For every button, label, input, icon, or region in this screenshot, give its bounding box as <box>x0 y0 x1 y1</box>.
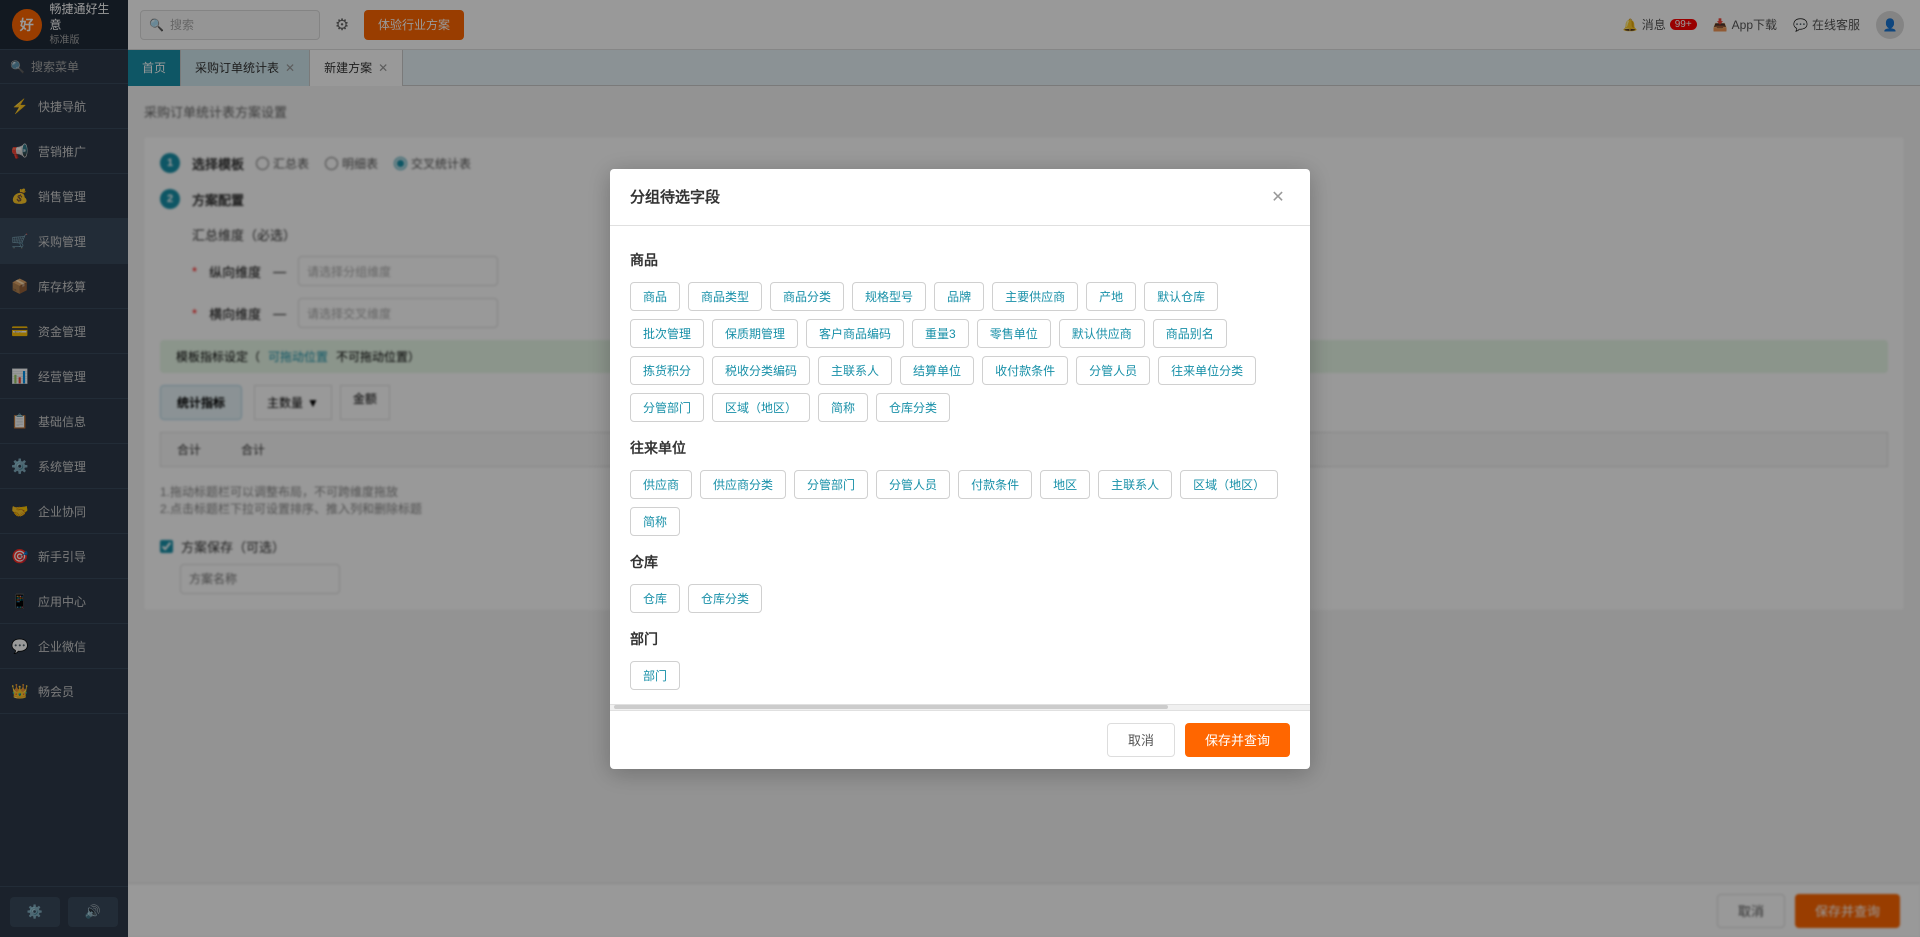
tag-product-category[interactable]: 商品分类 <box>770 282 844 311</box>
tag-spec-model[interactable]: 规格型号 <box>852 282 926 311</box>
tag-area[interactable]: 地区 <box>1040 470 1090 499</box>
tag-product[interactable]: 商品 <box>630 282 680 311</box>
tag-warehouse[interactable]: 仓库 <box>630 584 680 613</box>
section-product-title: 商品 <box>630 250 1290 270</box>
tag-manager[interactable]: 分管人员 <box>1076 356 1150 385</box>
tag-pay-terms[interactable]: 付款条件 <box>958 470 1032 499</box>
tag-default-supplier[interactable]: 默认供应商 <box>1059 319 1145 348</box>
tag-pick-points[interactable]: 拣货积分 <box>630 356 704 385</box>
tag-retail-unit[interactable]: 零售单位 <box>977 319 1051 348</box>
tag-partner-dept[interactable]: 分管部门 <box>794 470 868 499</box>
scrollbar-thumb-h <box>614 705 1168 709</box>
section-warehouse-title: 仓库 <box>630 552 1290 572</box>
tag-wh-category[interactable]: 仓库分类 <box>688 584 762 613</box>
tag-main-supplier[interactable]: 主要供应商 <box>992 282 1078 311</box>
modal-body: 商品 商品 商品类型 商品分类 规格型号 品牌 主要供应商 产地 默认仓库 批次… <box>610 226 1310 704</box>
tag-product-alias[interactable]: 商品别名 <box>1153 319 1227 348</box>
section-department-tags: 部门 <box>630 661 1290 690</box>
tag-batch-mgmt[interactable]: 批次管理 <box>630 319 704 348</box>
modal-close-button[interactable]: ✕ <box>1266 185 1290 209</box>
tag-partner-manager[interactable]: 分管人员 <box>876 470 950 499</box>
tag-brand[interactable]: 品牌 <box>934 282 984 311</box>
modal-overlay: 分组待选字段 ✕ 商品 商品 商品类型 商品分类 规格型号 品牌 主要供应商 产… <box>0 0 1920 937</box>
modal-cancel-button[interactable]: 取消 <box>1107 723 1175 757</box>
tag-default-warehouse[interactable]: 默认仓库 <box>1144 282 1218 311</box>
tag-partner-short[interactable]: 简称 <box>630 507 680 536</box>
section-partner-title: 往来单位 <box>630 438 1290 458</box>
tag-weight[interactable]: 重量3 <box>912 319 969 348</box>
tag-region[interactable]: 区域（地区） <box>712 393 810 422</box>
section-department-title: 部门 <box>630 629 1290 649</box>
tag-customer-code[interactable]: 客户商品编码 <box>806 319 904 348</box>
modal-footer: 取消 保存并查询 <box>610 710 1310 769</box>
tag-warehouse-category[interactable]: 仓库分类 <box>876 393 950 422</box>
tag-shelf-life[interactable]: 保质期管理 <box>712 319 798 348</box>
tag-product-type[interactable]: 商品类型 <box>688 282 762 311</box>
tag-supplier-category[interactable]: 供应商分类 <box>700 470 786 499</box>
modal-title: 分组待选字段 <box>630 186 720 207</box>
section-warehouse-tags: 仓库 仓库分类 <box>630 584 1290 613</box>
tag-settlement-unit[interactable]: 结算单位 <box>900 356 974 385</box>
tag-tax-code[interactable]: 税收分类编码 <box>712 356 810 385</box>
tag-partner-category[interactable]: 往来单位分类 <box>1158 356 1256 385</box>
modal-dialog: 分组待选字段 ✕ 商品 商品 商品类型 商品分类 规格型号 品牌 主要供应商 产… <box>610 169 1310 769</box>
modal-header: 分组待选字段 ✕ <box>610 169 1310 226</box>
tag-partner-region[interactable]: 区域（地区） <box>1180 470 1278 499</box>
tag-payment-terms[interactable]: 收付款条件 <box>982 356 1068 385</box>
tag-main-contact[interactable]: 主联系人 <box>818 356 892 385</box>
tag-short-name[interactable]: 简称 <box>818 393 868 422</box>
section-product-tags: 商品 商品类型 商品分类 规格型号 品牌 主要供应商 产地 默认仓库 批次管理 … <box>630 282 1290 422</box>
tag-department[interactable]: 部门 <box>630 661 680 690</box>
modal-confirm-button[interactable]: 保存并查询 <box>1185 723 1290 757</box>
section-partner-tags: 供应商 供应商分类 分管部门 分管人员 付款条件 地区 主联系人 区域（地区） … <box>630 470 1290 536</box>
tag-origin[interactable]: 产地 <box>1086 282 1136 311</box>
tag-dept[interactable]: 分管部门 <box>630 393 704 422</box>
tag-partner-contact[interactable]: 主联系人 <box>1098 470 1172 499</box>
tag-supplier[interactable]: 供应商 <box>630 470 692 499</box>
